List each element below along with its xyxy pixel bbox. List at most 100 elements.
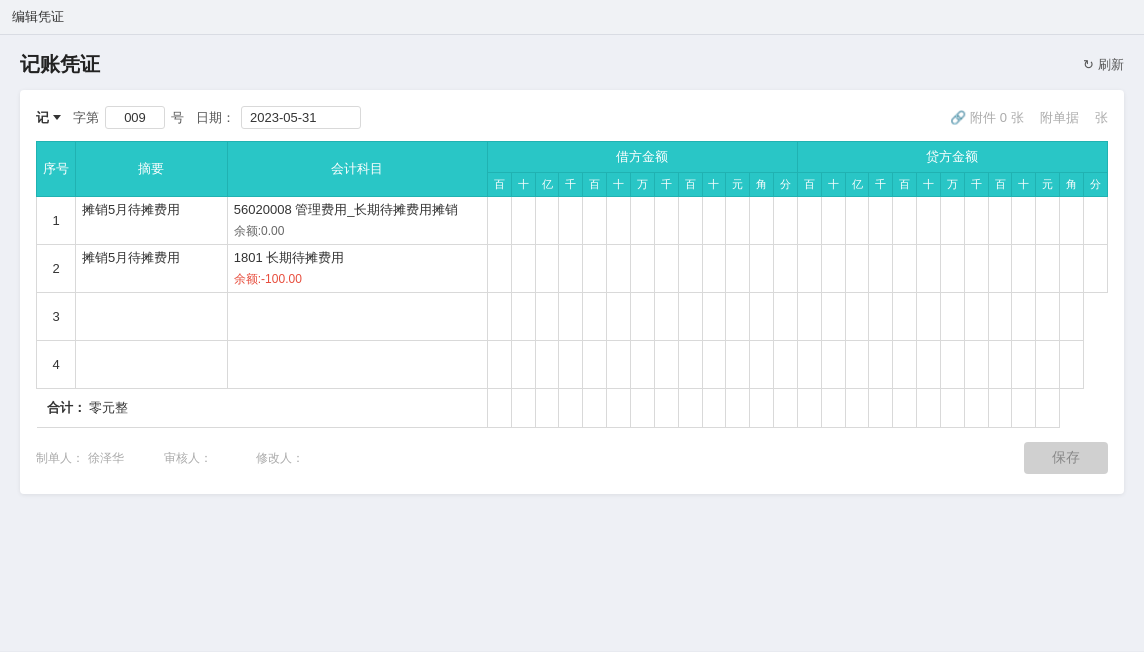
row2-c12[interactable]	[1060, 245, 1084, 293]
date-input[interactable]	[241, 106, 361, 129]
table-row: 1 摊销5月待摊费用 56020008 管理费用_长期待摊费用摊销 余额	[37, 197, 1108, 245]
row4-seq: 4	[37, 341, 76, 389]
row1-d12[interactable]	[750, 197, 774, 245]
row2-c10[interactable]	[1012, 245, 1036, 293]
row1-d10[interactable]	[702, 197, 726, 245]
row1-account[interactable]: 56020008 管理费用_长期待摊费用摊销 余额:0.00	[227, 197, 487, 245]
row3-summary[interactable]	[76, 293, 228, 341]
row2-c8[interactable]	[964, 245, 988, 293]
row3-account[interactable]	[227, 293, 487, 341]
meta-right: 🔗 附件 0 张 附单据 张	[950, 109, 1108, 127]
voucher-type-selector[interactable]: 记	[36, 109, 61, 127]
row1-c8[interactable]	[964, 197, 988, 245]
serial-label: 字第	[73, 109, 99, 127]
row1-d8[interactable]	[654, 197, 678, 245]
sub-credit-1: 百	[797, 173, 821, 197]
row1-d13[interactable]	[774, 197, 798, 245]
modifier-label: 修改人：	[256, 450, 304, 467]
row1-seq: 1	[37, 197, 76, 245]
reviewer-label: 审核人：	[164, 450, 212, 467]
row2-d9[interactable]	[678, 245, 702, 293]
sub-debit-3: 亿	[535, 173, 559, 197]
maker-item: 制单人： 徐泽华	[36, 450, 124, 467]
row2-c1[interactable]	[797, 245, 821, 293]
serial-group: 字第 号	[73, 106, 184, 129]
row4-account[interactable]	[227, 341, 487, 389]
row2-account[interactable]: 1801 长期待摊费用 余额:-100.00	[227, 245, 487, 293]
row1-c7[interactable]	[940, 197, 964, 245]
row2-d4[interactable]	[559, 245, 583, 293]
attachment-count: 0	[1000, 110, 1007, 125]
row1-d6[interactable]	[607, 197, 631, 245]
row2-c3[interactable]	[845, 245, 869, 293]
row1-d9[interactable]	[678, 197, 702, 245]
row1-d2[interactable]	[511, 197, 535, 245]
sub-debit-8: 千	[654, 173, 678, 197]
row2-c9[interactable]	[988, 245, 1012, 293]
row2-c2[interactable]	[821, 245, 845, 293]
row2-c5[interactable]	[893, 245, 917, 293]
row1-balance: 余额:0.00	[234, 223, 481, 240]
refresh-icon: ↻	[1083, 57, 1094, 72]
serial-number-input[interactable]	[105, 106, 165, 129]
table-wrapper: 序号 摘要 会计科目 借方金额 贷方金额 百 十 亿 千 百 十 万	[36, 141, 1108, 428]
row2-d1[interactable]	[487, 245, 511, 293]
attachment-doc-label: 附单据	[1040, 109, 1079, 127]
chevron-down-icon	[53, 115, 61, 120]
sub-credit-3: 亿	[845, 173, 869, 197]
row1-c10[interactable]	[1012, 197, 1036, 245]
row1-d1[interactable]	[487, 197, 511, 245]
sub-credit-7: 万	[940, 173, 964, 197]
row2-c4[interactable]	[869, 245, 893, 293]
serial-unit: 号	[171, 109, 184, 127]
row2-d6[interactable]	[607, 245, 631, 293]
row2-d7[interactable]	[630, 245, 654, 293]
refresh-button[interactable]: ↻ 刷新	[1083, 56, 1124, 74]
row2-c13[interactable]	[1084, 245, 1108, 293]
voucher-type-group: 记	[36, 109, 61, 127]
row2-c7[interactable]	[940, 245, 964, 293]
row1-summary[interactable]: 摊销5月待摊费用	[76, 197, 228, 245]
page-header: 记账凭证 ↻ 刷新	[20, 51, 1124, 78]
header-seq: 序号	[37, 142, 76, 197]
row4-summary[interactable]	[76, 341, 228, 389]
row2-d8[interactable]	[654, 245, 678, 293]
row2-c6[interactable]	[917, 245, 941, 293]
footer-row: 制单人： 徐泽华 审核人： 修改人： 保存	[36, 442, 1108, 474]
attachment-link-icon: 🔗	[950, 110, 966, 125]
table-row: 3	[37, 293, 1108, 341]
row2-summary[interactable]: 摊销5月待摊费用	[76, 245, 228, 293]
row1-d7[interactable]	[630, 197, 654, 245]
row1-c5[interactable]	[893, 197, 917, 245]
row1-c13[interactable]	[1084, 197, 1108, 245]
sub-credit-13: 分	[1084, 173, 1108, 197]
save-button[interactable]: 保存	[1024, 442, 1108, 474]
modifier-item: 修改人：	[256, 450, 308, 467]
sub-debit-1: 百	[487, 173, 511, 197]
voucher-table: 序号 摘要 会计科目 借方金额 贷方金额 百 十 亿 千 百 十 万	[36, 141, 1108, 428]
row1-d3[interactable]	[535, 197, 559, 245]
row1-c6[interactable]	[917, 197, 941, 245]
sub-debit-2: 十	[511, 173, 535, 197]
row1-d11[interactable]	[726, 197, 750, 245]
row1-c4[interactable]	[869, 197, 893, 245]
row2-d2[interactable]	[511, 245, 535, 293]
row2-d12[interactable]	[750, 245, 774, 293]
row1-d5[interactable]	[583, 197, 607, 245]
header-account: 会计科目	[227, 142, 487, 197]
row1-c1[interactable]	[797, 197, 821, 245]
row2-d10[interactable]	[702, 245, 726, 293]
row1-c12[interactable]	[1060, 197, 1084, 245]
row1-c3[interactable]	[845, 197, 869, 245]
window-title: 编辑凭证	[12, 9, 64, 24]
row1-c9[interactable]	[988, 197, 1012, 245]
row1-c2[interactable]	[821, 197, 845, 245]
row2-d11[interactable]	[726, 245, 750, 293]
row2-c11[interactable]	[1036, 245, 1060, 293]
sub-credit-11: 元	[1036, 173, 1060, 197]
row2-d13[interactable]	[774, 245, 798, 293]
row1-d4[interactable]	[559, 197, 583, 245]
row1-c11[interactable]	[1036, 197, 1060, 245]
row2-d5[interactable]	[583, 245, 607, 293]
row2-d3[interactable]	[535, 245, 559, 293]
